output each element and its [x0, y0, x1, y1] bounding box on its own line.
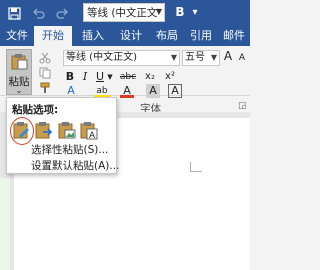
- cut-icon[interactable]: [38, 52, 52, 64]
- chevron-down-icon: ▼: [155, 7, 162, 16]
- tab-home[interactable]: 开始: [34, 26, 72, 47]
- chevron-down-icon: ⌄: [15, 86, 23, 95]
- italic-button[interactable]: I: [80, 70, 90, 84]
- quick-access-toolbar: 等线 (中文正文 ▼ B ▾: [0, 0, 250, 26]
- font-name-value: 等线 (中文正文): [66, 52, 137, 63]
- undo-icon[interactable]: [28, 3, 48, 23]
- subscript-button[interactable]: x₂: [142, 70, 158, 84]
- set-default-paste-item[interactable]: 设置默认粘贴(A)...: [31, 158, 119, 173]
- font-size-value: 五号: [185, 52, 205, 63]
- paste-options-title: 粘贴选项:: [12, 104, 59, 116]
- bold-button[interactable]: B: [64, 70, 76, 84]
- grow-font-button[interactable]: A: [222, 49, 234, 63]
- shrink-font-button[interactable]: A: [236, 51, 248, 65]
- save-icon[interactable]: [4, 3, 24, 23]
- copy-icon[interactable]: [38, 67, 52, 79]
- qat-font-selector[interactable]: 等线 (中文正文 ▼: [83, 3, 165, 22]
- highlight-button[interactable]: ab: [94, 84, 110, 98]
- clipboard-icon: [11, 54, 28, 70]
- font-color-button[interactable]: A: [120, 84, 134, 98]
- chevron-down-icon[interactable]: ▼: [106, 70, 114, 84]
- qat-font-name: 等线 (中文正文: [87, 7, 158, 19]
- strikethrough-button[interactable]: abc: [117, 70, 139, 84]
- format-painter-icon[interactable]: [38, 82, 52, 94]
- qat-customize-button[interactable]: ▾: [188, 3, 202, 22]
- tab-file[interactable]: 文件: [2, 26, 32, 46]
- font-name-combo[interactable]: 等线 (中文正文) ▼: [63, 50, 180, 66]
- margin-corner-mark: [190, 162, 202, 172]
- ribbon-tabs: 文件 开始 插入 设计 布局 引用 邮件: [0, 26, 250, 47]
- tab-insert[interactable]: 插入: [76, 26, 110, 46]
- chevron-down-icon: ▼: [170, 53, 177, 62]
- tab-design[interactable]: 设计: [114, 26, 148, 46]
- dialog-launcher-icon[interactable]: ◲: [238, 101, 247, 111]
- merge-formatting-icon[interactable]: [35, 122, 53, 140]
- underline-button[interactable]: U: [94, 70, 106, 84]
- superscript-button[interactable]: x²: [162, 70, 178, 84]
- tab-mailings[interactable]: 邮件: [218, 26, 250, 46]
- paste-button[interactable]: 粘贴 ⌄: [6, 49, 32, 95]
- text-effect-button[interactable]: A: [64, 84, 78, 98]
- selection-circle-annotation: [10, 117, 34, 145]
- ribbon-home: 粘贴 ⌄ 等线 (中文正文) ▼ 五号 ▼ A A B I U ▼ abc x₂…: [0, 46, 250, 98]
- keep-text-only-icon[interactable]: A: [80, 122, 98, 140]
- svg-text:A: A: [89, 131, 96, 140]
- left-margin-strip: [0, 178, 10, 270]
- chevron-down-icon: ▼: [210, 53, 217, 62]
- selective-paste-item[interactable]: 选择性粘贴(S)...: [31, 142, 108, 157]
- character-border-button[interactable]: A: [168, 84, 182, 98]
- paste-options-menu: 粘贴选项: A 选择性粘贴(S)... 设置默认粘贴(A)...: [6, 97, 119, 174]
- font-size-combo[interactable]: 五号 ▼: [182, 50, 220, 66]
- redo-icon[interactable]: [52, 3, 72, 23]
- tab-layout[interactable]: 布局: [150, 26, 184, 46]
- character-shading-button[interactable]: A: [146, 84, 160, 98]
- picture-paste-icon[interactable]: [58, 122, 76, 140]
- qat-bold-button[interactable]: B: [170, 3, 190, 22]
- tab-references[interactable]: 引用: [184, 26, 218, 46]
